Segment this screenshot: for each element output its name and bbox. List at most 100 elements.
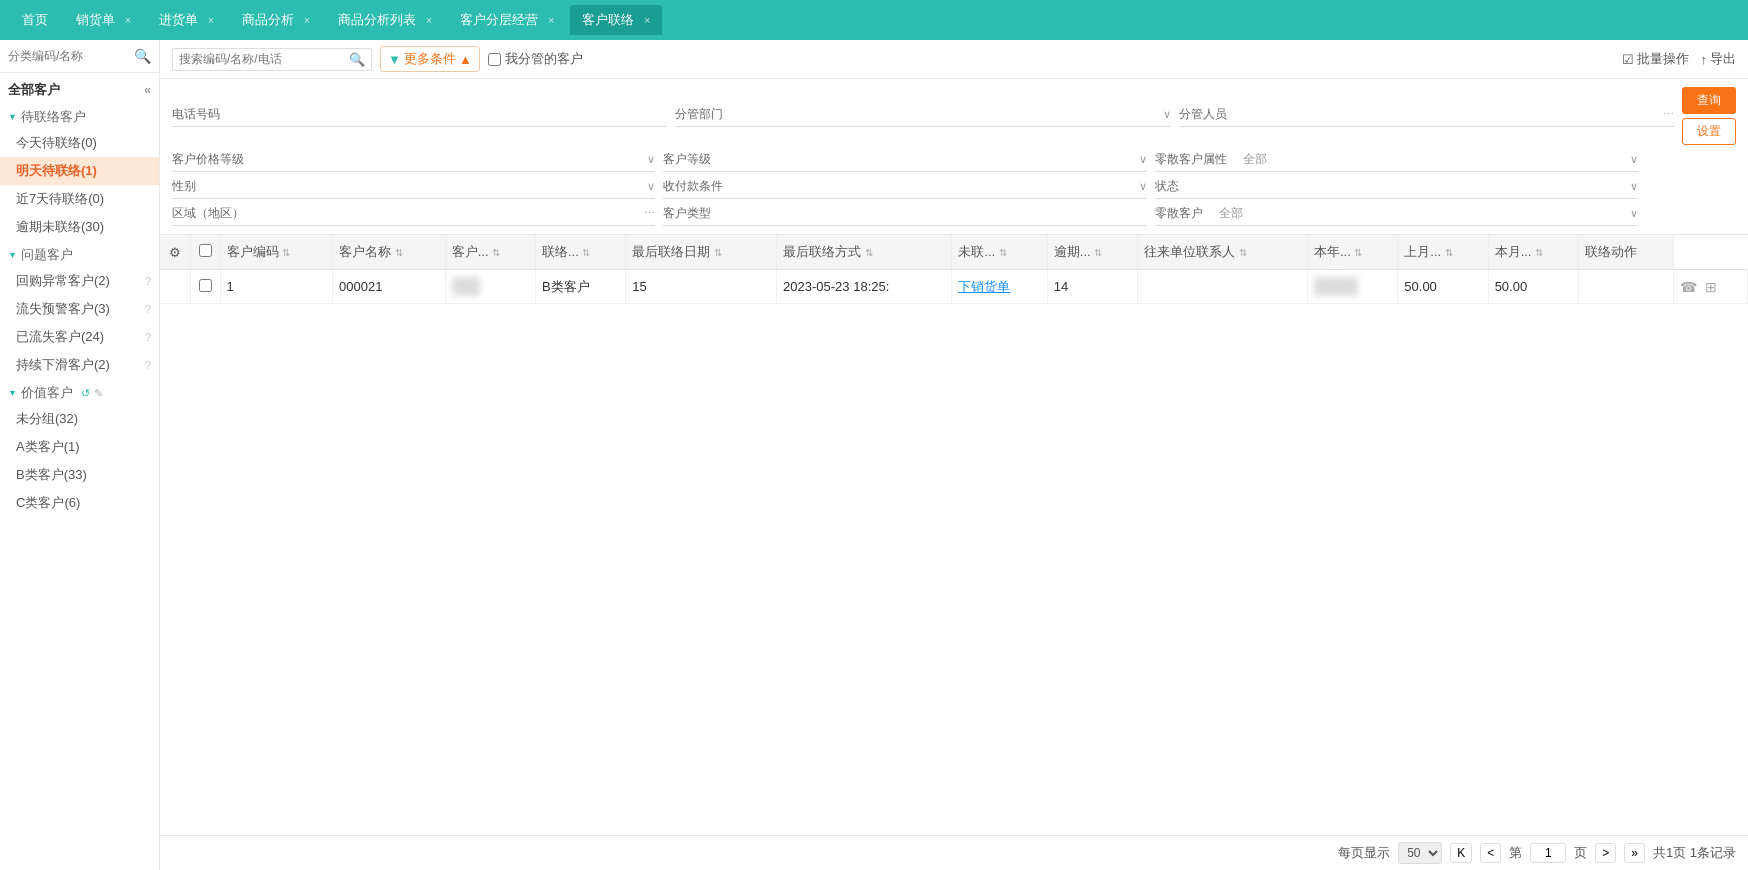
sidebar-item-today[interactable]: 今天待联络(0) xyxy=(0,129,159,157)
action-phone-icon[interactable]: ☎ xyxy=(1680,279,1697,295)
sort-year-icon[interactable]: ⇅ xyxy=(1354,247,1362,258)
nav-customer-tiering[interactable]: 客户分层经营 × xyxy=(448,5,566,35)
export-button[interactable]: ↑ 导出 xyxy=(1701,50,1737,68)
next-page-button[interactable]: > xyxy=(1595,843,1616,863)
sidebar-item-declining[interactable]: 持续下滑客户(2) ? xyxy=(0,351,159,379)
search-icon[interactable]: 🔍 xyxy=(349,52,365,67)
sort-lmonth-icon[interactable]: ⇅ xyxy=(1445,247,1453,258)
th-gear[interactable]: ⚙ xyxy=(160,235,190,270)
value-edit-icon[interactable]: ✎ xyxy=(94,387,103,400)
nav-customer-contact[interactable]: 客户联络 × xyxy=(570,5,662,35)
row-last-month: 50.00 xyxy=(1488,270,1578,304)
last-page-button[interactable]: » xyxy=(1624,843,1645,863)
nav-close-analysis-list[interactable]: × xyxy=(426,14,432,26)
pagination-bar: 每页显示 50 K < 第 页 > » 共1页 1条记录 xyxy=(160,835,1748,870)
nav-close-tiering[interactable]: × xyxy=(548,14,554,26)
sidebar-search-input[interactable] xyxy=(8,49,134,63)
row-checkbox[interactable] xyxy=(190,270,220,304)
search-input[interactable] xyxy=(179,52,345,66)
sidebar-search-icon[interactable]: 🔍 xyxy=(134,48,151,64)
gender-dropdown[interactable]: ∨ xyxy=(647,180,655,193)
row-actions: ☎ ⊞ xyxy=(1674,270,1748,304)
all-customers-header[interactable]: 全部客户 « xyxy=(0,73,159,103)
batch-operation-button[interactable]: ☑ 批量操作 xyxy=(1622,50,1689,68)
th-checkbox[interactable] xyxy=(190,235,220,270)
value-refresh-icon[interactable]: ↺ xyxy=(81,387,90,400)
my-customers-checkbox[interactable]: 我分管的客户 xyxy=(488,50,583,68)
sort-method-icon[interactable]: ⇅ xyxy=(865,247,873,258)
sidebar-item-class-c[interactable]: C类客户(6) xyxy=(0,489,159,517)
filter-row-2: 客户价格等级 ∨ 客户等级 ∨ 零散客户属性 全部 ∨ xyxy=(172,151,1736,172)
first-page-button[interactable]: K xyxy=(1450,843,1472,863)
filter-phone: 电话号码 xyxy=(172,106,667,127)
more-conditions-button[interactable]: ▼ 更多条件 ▲ xyxy=(380,46,480,72)
help-icon-repurchase: ? xyxy=(145,275,151,287)
sort-code-icon[interactable]: ⇅ xyxy=(282,247,290,258)
th-current-year: 本年... ⇅ xyxy=(1308,235,1398,270)
sort-name-icon[interactable]: ⇅ xyxy=(395,247,403,258)
nav-sales-order[interactable]: 销货单 × xyxy=(64,5,143,35)
select-all-checkbox[interactable] xyxy=(199,244,212,257)
filter-retail-attr: 零散客户属性 全部 ∨ xyxy=(1155,151,1638,172)
top-navigation: 首页 销货单 × 进货单 × 商品分析 × 商品分析列表 × 客户分层经营 × … xyxy=(0,0,1748,40)
sidebar-item-tomorrow[interactable]: 明天待联络(1) xyxy=(0,157,159,185)
nav-close-analysis[interactable]: × xyxy=(304,14,310,26)
nav-product-analysis-list[interactable]: 商品分析列表 × xyxy=(326,5,444,35)
page-size-select[interactable]: 50 xyxy=(1398,842,1442,864)
row-current-year: 50.00 xyxy=(1398,270,1488,304)
sort-overdue-icon[interactable]: ⇅ xyxy=(1094,247,1102,258)
sort-uncontacted-icon[interactable]: ⇅ xyxy=(999,247,1007,258)
row-select-checkbox[interactable] xyxy=(199,279,212,292)
nav-purchase-order[interactable]: 进货单 × xyxy=(147,5,226,35)
row-last-method[interactable]: 下销货单 xyxy=(952,270,1048,304)
sort-type-icon[interactable]: ⇅ xyxy=(492,247,500,258)
query-button[interactable]: 查询 xyxy=(1682,87,1736,114)
filter-price-level: 客户价格等级 ∨ xyxy=(172,151,655,172)
status-dropdown[interactable]: ∨ xyxy=(1630,180,1638,193)
price-level-dropdown[interactable]: ∨ xyxy=(647,153,655,166)
branch-person-more[interactable]: ⋯ xyxy=(1663,108,1674,121)
sidebar-item-churned[interactable]: 已流失客户(24) ? xyxy=(0,323,159,351)
region-more[interactable]: ⋯ xyxy=(644,207,655,220)
sidebar-item-unclassified[interactable]: 未分组(32) xyxy=(0,405,159,433)
nav-close-sales[interactable]: × xyxy=(125,14,131,26)
nav-close-contact[interactable]: × xyxy=(644,14,650,26)
branch-dept-dropdown[interactable]: ∨ xyxy=(1163,108,1171,121)
prev-page-button[interactable]: < xyxy=(1480,843,1501,863)
group-value-customers[interactable]: 价值客户 ↺ ✎ xyxy=(0,379,159,405)
retail-attr-dropdown[interactable]: ∨ xyxy=(1630,153,1638,166)
my-customers-input[interactable] xyxy=(488,53,501,66)
group-problem-customers[interactable]: 问题客户 xyxy=(0,241,159,267)
filter-customer-type: 客户类型 xyxy=(663,205,1146,226)
help-icon-churn: ? xyxy=(145,303,151,315)
sort-contact-icon[interactable]: ⇅ xyxy=(582,247,590,258)
page-number-input[interactable] xyxy=(1530,843,1566,863)
last-method-link[interactable]: 下销货单 xyxy=(958,279,1010,294)
sort-cmonth-icon[interactable]: ⇅ xyxy=(1535,247,1543,258)
sidebar-item-churn-warning[interactable]: 流失预警客户(3) ? xyxy=(0,295,159,323)
retail-customer-dropdown[interactable]: ∨ xyxy=(1630,207,1638,220)
group-pending-contact[interactable]: 待联络客户 xyxy=(0,103,159,129)
row-current-month xyxy=(1578,270,1674,304)
right-actions: ☑ 批量操作 ↑ 导出 xyxy=(1622,50,1737,68)
customer-table: ⚙ 客户编码 ⇅ 客户名称 ⇅ 客户... ⇅ xyxy=(160,235,1748,304)
action-grid-icon[interactable]: ⊞ xyxy=(1705,279,1717,295)
sidebar-item-7days[interactable]: 近7天待联络(0) xyxy=(0,185,159,213)
row-code: 000021 xyxy=(333,270,446,304)
row-name[interactable]: Ea xyxy=(445,270,535,304)
sidebar-item-overdue[interactable]: 逾期未联络(30) xyxy=(0,213,159,241)
payment-dropdown[interactable]: ∨ xyxy=(1139,180,1147,193)
customer-level-dropdown[interactable]: ∨ xyxy=(1139,153,1147,166)
sort-person-icon[interactable]: ⇅ xyxy=(1239,247,1247,258)
nav-product-analysis[interactable]: 商品分析 × xyxy=(230,5,322,35)
reset-button[interactable]: 设置 xyxy=(1682,118,1736,145)
sidebar-item-repurchase-abnormal[interactable]: 回购异常客户(2) ? xyxy=(0,267,159,295)
row-uncontacted: 14 xyxy=(1047,270,1137,304)
sort-date-icon[interactable]: ⇅ xyxy=(714,247,722,258)
sidebar-item-class-b[interactable]: B类客户(33) xyxy=(0,461,159,489)
nav-close-purchase[interactable]: × xyxy=(208,14,214,26)
nav-home[interactable]: 首页 xyxy=(10,5,60,35)
th-last-month: 上月... ⇅ xyxy=(1398,235,1488,270)
collapse-icon[interactable]: « xyxy=(144,83,151,97)
sidebar-item-class-a[interactable]: A类客户(1) xyxy=(0,433,159,461)
